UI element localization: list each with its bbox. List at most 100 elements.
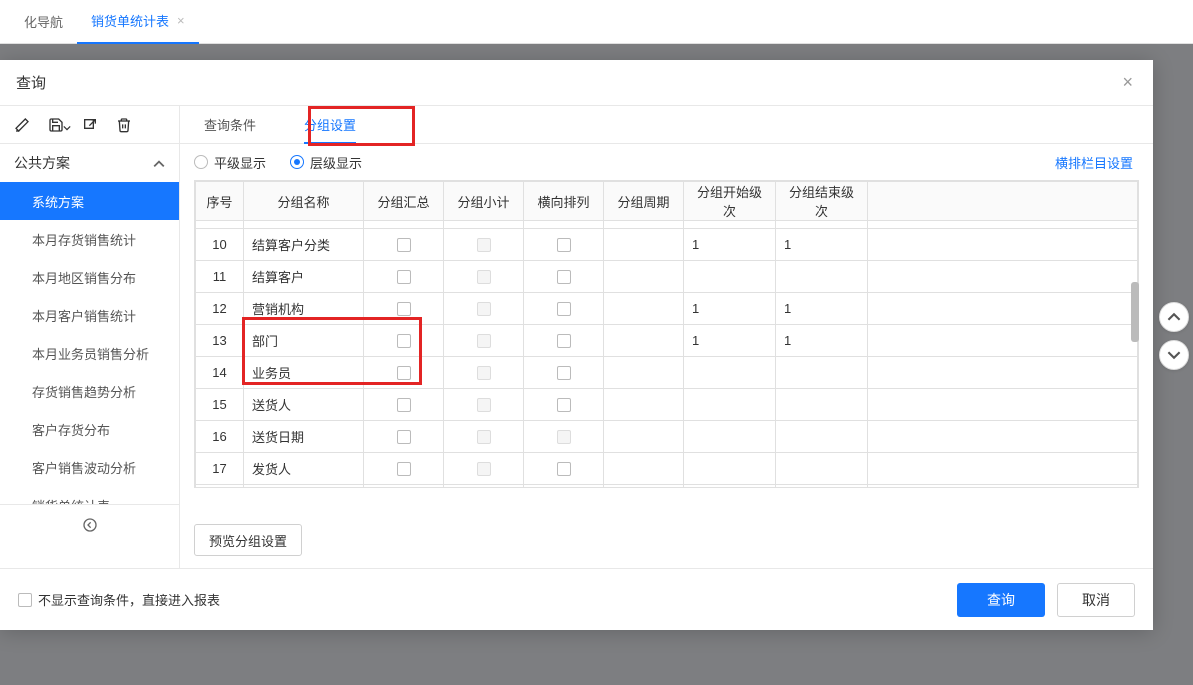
- checkbox-icon[interactable]: [397, 398, 411, 412]
- table-row[interactable]: 15送货人: [196, 389, 1138, 421]
- cell-h[interactable]: [524, 229, 604, 261]
- side-nav-buttons: [1159, 302, 1189, 370]
- modal-title: 查询: [16, 72, 46, 93]
- th-h: 横向排列: [524, 182, 604, 221]
- export-icon[interactable]: [82, 117, 98, 133]
- cell-sub[interactable]: [444, 421, 524, 453]
- sidebar-item[interactable]: 销货单统计表: [0, 486, 179, 504]
- sidebar-section-header[interactable]: 公共方案: [0, 144, 179, 182]
- close-icon[interactable]: ×: [1118, 68, 1137, 97]
- cell-sum[interactable]: [364, 325, 444, 357]
- tab-group-settings[interactable]: 分组设置: [280, 106, 380, 144]
- table-row[interactable]: 10结算客户分类11: [196, 229, 1138, 261]
- checkbox-icon[interactable]: [557, 462, 571, 476]
- cell-sum[interactable]: [364, 389, 444, 421]
- table-row[interactable]: 17发货人: [196, 453, 1138, 485]
- checkbox-icon[interactable]: [557, 398, 571, 412]
- cell-sum[interactable]: [364, 453, 444, 485]
- radio-level-display[interactable]: 层级显示: [290, 153, 362, 172]
- checkbox-icon[interactable]: [397, 238, 411, 252]
- cell-end: [776, 261, 868, 293]
- preview-group-button[interactable]: 预览分组设置: [194, 524, 302, 556]
- sidebar-list: 系统方案本月存货销售统计本月地区销售分布本月客户销售统计本月业务员销售分析存货销…: [0, 182, 179, 504]
- display-options: 平级显示 层级显示 横排栏目设置: [180, 144, 1153, 180]
- sidebar-item[interactable]: 本月客户销售统计: [0, 296, 179, 334]
- cell-h[interactable]: [524, 421, 604, 453]
- cell-sub[interactable]: [444, 389, 524, 421]
- checkbox-icon[interactable]: [557, 238, 571, 252]
- cell-h[interactable]: [524, 485, 604, 489]
- cancel-button[interactable]: 取消: [1057, 583, 1135, 617]
- sidebar-item[interactable]: 本月地区销售分布: [0, 258, 179, 296]
- th-start: 分组开始级次: [684, 182, 776, 221]
- checkbox-icon[interactable]: [557, 334, 571, 348]
- query-button[interactable]: 查询: [957, 583, 1045, 617]
- tab-query-conditions[interactable]: 查询条件: [180, 106, 280, 144]
- table-row[interactable]: 16送货日期: [196, 421, 1138, 453]
- cell-sum[interactable]: [364, 357, 444, 389]
- main-area: 查询条件 分组设置 平级显示 层级显示 横排栏目设置: [180, 106, 1153, 568]
- cell-sum[interactable]: [364, 229, 444, 261]
- checkbox-icon[interactable]: [397, 366, 411, 380]
- footer-actions: 查询 取消: [957, 583, 1135, 617]
- column-settings-link[interactable]: 横排栏目设置: [1055, 153, 1139, 172]
- cell-h[interactable]: [524, 389, 604, 421]
- checkbox-icon[interactable]: [397, 462, 411, 476]
- delete-icon[interactable]: [116, 117, 132, 133]
- modal-body: 公共方案 系统方案本月存货销售统计本月地区销售分布本月客户销售统计本月业务员销售…: [0, 106, 1153, 568]
- cell-sum[interactable]: [364, 421, 444, 453]
- top-tab-report[interactable]: 销货单统计表 ×: [77, 0, 199, 44]
- cell-h[interactable]: [524, 325, 604, 357]
- cell-sub[interactable]: [444, 325, 524, 357]
- sidebar-collapse[interactable]: [0, 504, 179, 544]
- radio-flat-display[interactable]: 平级显示: [194, 153, 266, 172]
- cell-cycle: [604, 357, 684, 389]
- scrollbar-thumb[interactable]: [1131, 282, 1139, 342]
- tab-label: 分组设置: [304, 115, 356, 134]
- sidebar-item[interactable]: 客户销售波动分析: [0, 448, 179, 486]
- cell-h[interactable]: [524, 261, 604, 293]
- table-row[interactable]: 18项目分类11: [196, 485, 1138, 489]
- cell-sub[interactable]: [444, 485, 524, 489]
- cell-sum[interactable]: [364, 293, 444, 325]
- sidebar-item[interactable]: 客户存货分布: [0, 410, 179, 448]
- top-tab-nav[interactable]: 化导航: [10, 0, 77, 44]
- sidebar-item[interactable]: 本月存货销售统计: [0, 220, 179, 258]
- scroll-up-button[interactable]: [1159, 302, 1189, 332]
- sidebar-tools: [0, 106, 179, 144]
- checkbox-icon[interactable]: [557, 270, 571, 284]
- chevron-up-icon: [153, 157, 165, 169]
- cell-h[interactable]: [524, 453, 604, 485]
- save-icon[interactable]: [48, 117, 64, 133]
- cell-sub[interactable]: [444, 357, 524, 389]
- checkbox-icon[interactable]: [397, 270, 411, 284]
- table-row[interactable]: 13部门11: [196, 325, 1138, 357]
- sidebar-item[interactable]: 本月业务员销售分析: [0, 334, 179, 372]
- cell-rest: [868, 453, 1138, 485]
- checkbox-icon[interactable]: [557, 366, 571, 380]
- cell-sum[interactable]: [364, 261, 444, 293]
- cell-sub[interactable]: [444, 229, 524, 261]
- edit-icon[interactable]: [14, 117, 30, 133]
- checkbox-icon[interactable]: [397, 334, 411, 348]
- sidebar: 公共方案 系统方案本月存货销售统计本月地区销售分布本月客户销售统计本月业务员销售…: [0, 106, 180, 568]
- cell-sub[interactable]: [444, 293, 524, 325]
- close-icon[interactable]: ×: [177, 13, 185, 28]
- sidebar-item[interactable]: 存货销售趋势分析: [0, 372, 179, 410]
- cell-sub[interactable]: [444, 261, 524, 293]
- checkbox-icon[interactable]: [557, 302, 571, 316]
- skip-conditions-checkbox[interactable]: 不显示查询条件，直接进入报表: [18, 590, 220, 609]
- scroll-down-button[interactable]: [1159, 340, 1189, 370]
- table-row[interactable]: 14业务员: [196, 357, 1138, 389]
- sidebar-item[interactable]: 系统方案: [0, 182, 179, 220]
- checkbox-icon[interactable]: [397, 430, 411, 444]
- cell-h[interactable]: [524, 357, 604, 389]
- table-row[interactable]: 11结算客户: [196, 261, 1138, 293]
- th-cycle: 分组周期: [604, 182, 684, 221]
- cell-sub[interactable]: [444, 453, 524, 485]
- cell-sum[interactable]: [364, 485, 444, 489]
- cell-h[interactable]: [524, 293, 604, 325]
- table-row[interactable]: 12营销机构11: [196, 293, 1138, 325]
- checkbox-icon[interactable]: [397, 302, 411, 316]
- table-scroll[interactable]: 序号 分组名称 分组汇总 分组小计 横向排列 分组周期 分组开始级次 分组结束级…: [194, 180, 1139, 488]
